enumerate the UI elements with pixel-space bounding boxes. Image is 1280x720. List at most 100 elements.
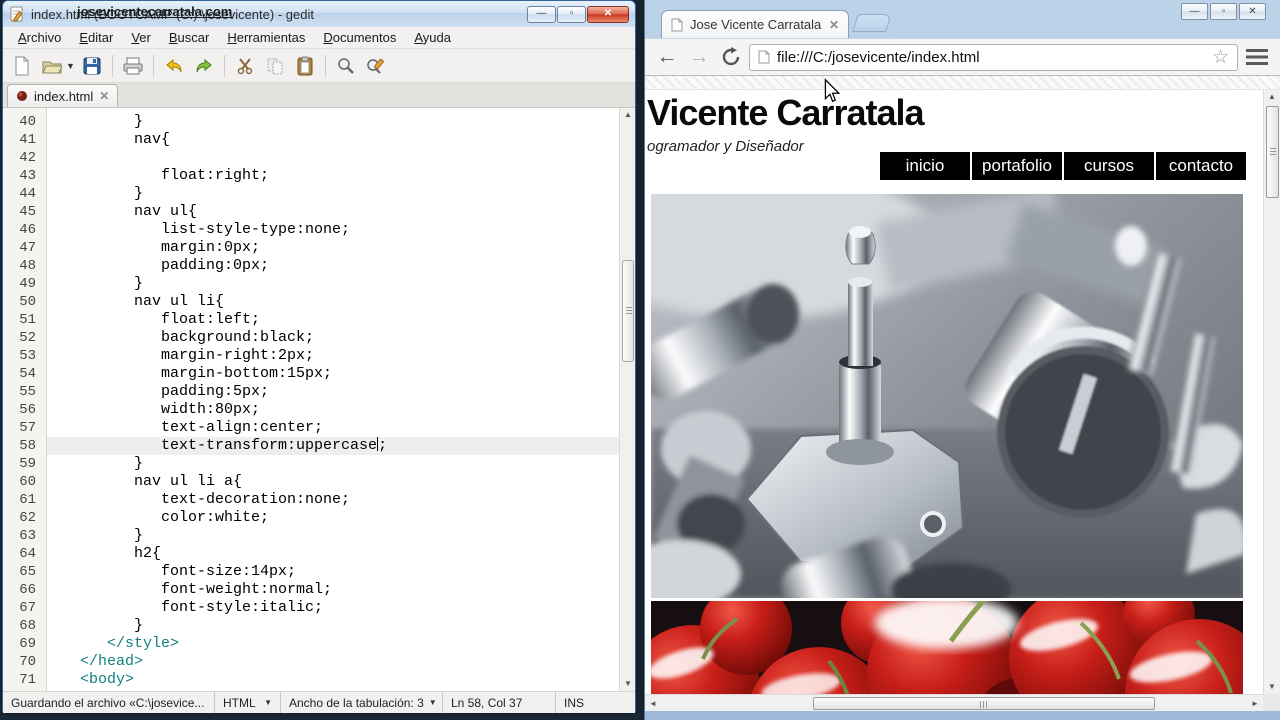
code-line-63[interactable]: } — [47, 527, 619, 545]
line-number: 56 — [19, 402, 36, 418]
scroll-up-icon[interactable]: ▲ — [620, 108, 635, 122]
code-line-65[interactable]: font-size:14px; — [47, 563, 619, 581]
undo-icon[interactable] — [161, 53, 187, 79]
nav-button-contacto[interactable]: contacto — [1156, 152, 1246, 180]
code-line-44[interactable]: } — [47, 185, 619, 203]
nav-button-inicio[interactable]: inicio — [880, 152, 970, 180]
code-line-45[interactable]: nav ul{ — [47, 203, 619, 221]
editor-vertical-scrollbar[interactable]: ▲ ▼ — [619, 108, 635, 691]
copy-icon[interactable] — [262, 53, 288, 79]
code-line-64[interactable]: h2{ — [47, 545, 619, 563]
code-line-47[interactable]: margin:0px; — [47, 239, 619, 257]
menu-item-ayuda[interactable]: Ayuda — [405, 28, 460, 47]
code-line-51[interactable]: float:left; — [47, 311, 619, 329]
browser-tab-close-icon[interactable]: ✕ — [829, 18, 839, 32]
line-number: 47 — [19, 240, 36, 256]
chrome-close-button[interactable]: ✕ — [1239, 3, 1266, 20]
save-icon[interactable] — [79, 53, 105, 79]
print-icon[interactable] — [120, 53, 146, 79]
menu-item-ver[interactable]: Ver — [122, 28, 160, 47]
code-line-53[interactable]: margin-right:2px; — [47, 347, 619, 365]
code-line-41[interactable]: nav{ — [47, 131, 619, 149]
tab-index-html[interactable]: index.html ✕ — [7, 84, 119, 107]
new-tab-button[interactable] — [852, 14, 892, 32]
bookmark-star-icon[interactable]: ☆ — [1212, 46, 1229, 69]
browser-hscroll-thumb[interactable] — [813, 697, 1155, 710]
code-line-40[interactable]: } — [47, 113, 619, 131]
code-line-62[interactable]: color:white; — [47, 509, 619, 527]
code-line-48[interactable]: padding:0px; — [47, 257, 619, 275]
line-number: 67 — [19, 600, 36, 616]
code-editor[interactable]: 40 41 42 43 44 45 46 47 48 49 50 51 52 53 54 55 56 57 58 59… — [3, 108, 635, 691]
chrome-menu-icon[interactable] — [1246, 49, 1268, 65]
scroll-down-icon[interactable]: ▼ — [620, 677, 635, 691]
browser-vertical-scrollbar[interactable]: ▲ ▼ — [1263, 90, 1280, 694]
open-dropdown-icon[interactable]: ▼ — [66, 61, 75, 71]
menu-item-buscar[interactable]: Buscar — [160, 28, 218, 47]
nav-button-cursos[interactable]: cursos — [1064, 152, 1154, 180]
code-line-55[interactable]: padding:5px; — [47, 383, 619, 401]
nav-button-portafolio[interactable]: portafolio — [972, 152, 1062, 180]
forward-button[interactable]: → — [685, 43, 713, 71]
address-bar[interactable]: file:///C:/josevicente/index.html ☆ — [749, 43, 1238, 71]
code-line-58[interactable]: text-transform:uppercase; — [47, 437, 619, 455]
code-line-46[interactable]: list-style-type:none; — [47, 221, 619, 239]
browser-vscroll-thumb[interactable] — [1266, 106, 1279, 198]
gedit-minimize-button[interactable]: — — [527, 5, 556, 23]
menu-item-documentos[interactable]: Documentos — [314, 28, 405, 47]
code-line-68[interactable]: } — [47, 617, 619, 635]
browser-scroll-down-icon[interactable]: ▼ — [1264, 680, 1280, 694]
menu-item-archivo[interactable]: Archivo — [9, 28, 70, 47]
url-text[interactable]: file:///C:/josevicente/index.html — [777, 49, 1205, 66]
browser-scroll-up-icon[interactable]: ▲ — [1264, 90, 1280, 104]
paste-icon[interactable] — [292, 53, 318, 79]
redo-icon[interactable] — [191, 53, 217, 79]
code-line-71[interactable]: <body> — [47, 671, 619, 689]
chrome-tab-strip[interactable]: — ▫ ✕ Jose Vicente Carratala ✕ — [645, 0, 1280, 38]
chrome-minimize-button[interactable]: — — [1181, 3, 1208, 20]
code-line-54[interactable]: margin-bottom:15px; — [47, 365, 619, 383]
code-line-56[interactable]: width:80px; — [47, 401, 619, 419]
tab-close-icon[interactable]: ✕ — [99, 89, 109, 103]
code-line-43[interactable]: float:right; — [47, 167, 619, 185]
search-replace-icon[interactable] — [363, 53, 389, 79]
browser-tab[interactable]: Jose Vicente Carratala ✕ — [661, 10, 849, 38]
code-line-59[interactable]: } — [47, 455, 619, 473]
gedit-tab-bar: index.html ✕ — [3, 83, 635, 108]
code-line-60[interactable]: nav ul li a{ — [47, 473, 619, 491]
gedit-maximize-button[interactable]: ▫ — [557, 5, 586, 23]
back-button[interactable]: ← — [653, 43, 681, 71]
new-document-icon[interactable] — [9, 53, 35, 79]
line-number: 64 — [19, 546, 36, 562]
browser-horizontal-scrollbar[interactable]: ◄ ► — [645, 694, 1263, 711]
code-line-42[interactable] — [47, 149, 619, 167]
tab-width-selector[interactable]: Ancho de la tabulación: 3 ▼ — [281, 692, 443, 713]
code-line-67[interactable]: font-style:italic; — [47, 599, 619, 617]
reload-button[interactable] — [717, 43, 745, 71]
code-line-50[interactable]: nav ul li{ — [47, 293, 619, 311]
line-number: 54 — [19, 366, 36, 382]
code-line-69[interactable]: </style> — [47, 635, 619, 653]
page-viewport[interactable]: Vicente Carratala ogramador y Diseñador … — [645, 90, 1280, 711]
page-nav: inicio portafolio cursos contacto — [880, 152, 1246, 180]
cut-icon[interactable] — [232, 53, 258, 79]
code-line-52[interactable]: background:black; — [47, 329, 619, 347]
menu-item-herramientas[interactable]: Herramientas — [218, 28, 314, 47]
gedit-close-button[interactable]: ✕ — [587, 5, 629, 23]
open-file-icon[interactable] — [39, 53, 65, 79]
code-line-70[interactable]: </head> — [47, 653, 619, 671]
code-line-61[interactable]: text-decoration:none; — [47, 491, 619, 509]
code-lines[interactable]: } nav{ float:right; } nav ul{ list-style… — [47, 108, 619, 691]
gedit-titlebar[interactable]: index.html (BOOTCAMP (C:) \josevicente) … — [3, 1, 635, 27]
editor-scrollbar-thumb[interactable] — [622, 260, 634, 362]
search-icon[interactable] — [333, 53, 359, 79]
chrome-maximize-button[interactable]: ▫ — [1210, 3, 1237, 20]
browser-scroll-right-icon[interactable]: ► — [1247, 695, 1263, 711]
language-selector[interactable]: HTML ▼ — [215, 692, 281, 713]
code-line-66[interactable]: font-weight:normal; — [47, 581, 619, 599]
insert-mode-indicator: INS — [564, 695, 585, 710]
code-line-57[interactable]: text-align:center; — [47, 419, 619, 437]
code-line-49[interactable]: } — [47, 275, 619, 293]
menu-item-editar[interactable]: Editar — [70, 28, 122, 47]
browser-scroll-left-icon[interactable]: ◄ — [645, 695, 661, 711]
